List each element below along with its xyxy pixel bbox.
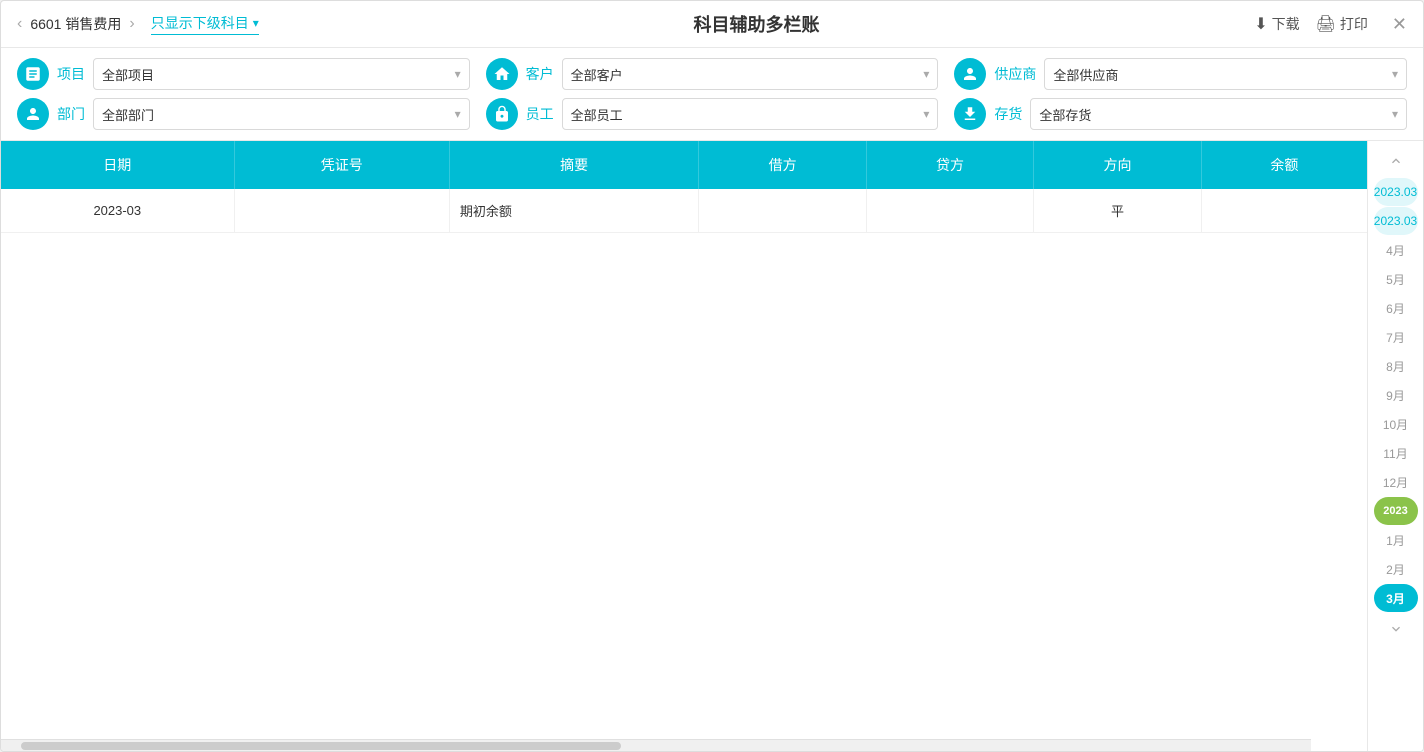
sidebar-month-12[interactable]: 1月 [1374,526,1418,554]
download-label: 下载 [1272,14,1300,34]
main-window: ‹ 6601 销售费用 › 只显示下级科目 ▾ 科目辅助多栏账 ⬇ 下载 🖨 打… [0,0,1424,752]
sidebar-month-8[interactable]: 10月 [1374,410,1418,438]
show-sub-label: 只显示下级科目 [151,13,249,33]
customer-value: 全部客户 [571,65,623,84]
cell-3 [699,189,866,233]
cell-6 [1201,189,1367,233]
sidebar-month-13[interactable]: 2月 [1374,555,1418,583]
chevron-down-icon: ▾ [253,16,259,30]
inventory-dropdown-icon: ▾ [1392,107,1398,121]
filter-item-project: 项目 全部项目 ▾ [17,58,470,90]
print-label: 打印 [1340,14,1368,34]
supplier-value: 全部供应商 [1053,65,1118,84]
cell-5: 平 [1034,189,1201,233]
department-select[interactable]: 全部部门 ▾ [93,98,470,130]
cell-2: 期初余额 [449,189,699,233]
supplier-label: 供应商 [994,64,1036,84]
customer-icon [486,58,518,90]
scrollbar-thumb[interactable] [21,742,621,750]
account-code-label: 6601 销售费用 [30,14,121,34]
horizontal-scrollbar[interactable] [1,739,1311,751]
supplier-dropdown-icon: ▾ [1392,67,1398,81]
filter-row-2: 部门 全部部门 ▾ 员工 全部员工 ▾ [17,98,1407,130]
nav-next-button[interactable]: › [129,15,134,33]
sidebar-month-3[interactable]: 5月 [1374,265,1418,293]
supplier-icon [954,58,986,90]
sidebar-month-0[interactable]: 2023.03 [1374,178,1418,206]
top-bar: ‹ 6601 销售费用 › 只显示下级科目 ▾ 科目辅助多栏账 ⬇ 下载 🖨 打… [1,1,1423,48]
col-voucher: 凭证号 [234,141,449,189]
supplier-select[interactable]: 全部供应商 ▾ [1044,58,1407,90]
project-value: 全部项目 [102,65,154,84]
sidebar-month-5[interactable]: 7月 [1374,323,1418,351]
close-button[interactable]: ✕ [1392,14,1407,35]
customer-label: 客户 [526,64,554,84]
employee-icon [486,98,518,130]
inventory-select[interactable]: 全部存货 ▾ [1030,98,1407,130]
right-sidebar: 2023.032023.034月5月6月7月8月9月10月11月12月20231… [1367,141,1423,751]
table-row: 2023-03 期初余额 平 [1,189,1367,233]
department-label: 部门 [57,104,85,124]
page-title: 科目辅助多栏账 [267,11,1246,37]
project-label: 项目 [57,64,85,84]
col-credit: 贷方 [866,141,1033,189]
col-date: 日期 [1,141,234,189]
customer-select[interactable]: 全部客户 ▾ [562,58,939,90]
department-icon [17,98,49,130]
download-button[interactable]: ⬇ 下载 [1254,14,1299,34]
table-area[interactable]: 日期 凭证号 摘要 借方 贷方 方向 余额 2023-03 期初余额 平 [1,141,1367,751]
filter-item-employee: 员工 全部员工 ▾ [486,98,939,130]
filter-item-supplier: 供应商 全部供应商 ▾ [954,58,1407,90]
show-sub-button[interactable]: 只显示下级科目 ▾ [151,13,259,35]
project-dropdown-icon: ▾ [455,67,461,81]
nav-prev-button[interactable]: ‹ [17,15,22,33]
sidebar-month-14[interactable]: 3月 [1374,584,1418,612]
employee-select[interactable]: 全部员工 ▾ [562,98,939,130]
employee-label: 员工 [526,104,554,124]
filter-row-1: 项目 全部项目 ▾ 客户 全部客户 ▾ [17,58,1407,90]
sidebar-month-4[interactable]: 6月 [1374,294,1418,322]
department-value: 全部部门 [102,105,154,124]
customer-dropdown-icon: ▾ [923,67,929,81]
print-button[interactable]: 🖨 打印 [1316,14,1368,34]
data-table: 日期 凭证号 摘要 借方 贷方 方向 余额 2023-03 期初余额 平 [1,141,1367,233]
filter-item-customer: 客户 全部客户 ▾ [486,58,939,90]
employee-dropdown-icon: ▾ [923,107,929,121]
table-header-row: 日期 凭证号 摘要 借方 贷方 方向 余额 [1,141,1367,189]
project-select[interactable]: 全部项目 ▾ [93,58,470,90]
col-debit: 借方 [699,141,866,189]
col-balance: 余额 [1201,141,1367,189]
sidebar-month-11[interactable]: 2023 [1374,497,1418,525]
sidebar-month-6[interactable]: 8月 [1374,352,1418,380]
sidebar-month-1[interactable]: 2023.03 [1374,207,1418,235]
sidebar-month-2[interactable]: 4月 [1374,236,1418,264]
filter-item-department: 部门 全部部门 ▾ [17,98,470,130]
project-icon [17,58,49,90]
col-direction: 方向 [1034,141,1201,189]
cell-1 [234,189,449,233]
sidebar-up-arrow[interactable] [1382,147,1410,175]
col-summary: 摘要 [449,141,699,189]
department-dropdown-icon: ▾ [455,107,461,121]
toolbar-actions: ⬇ 下载 🖨 打印 ✕ [1254,14,1407,35]
inventory-icon [954,98,986,130]
download-icon: ⬇ [1254,14,1267,34]
sidebar-month-9[interactable]: 11月 [1374,439,1418,467]
employee-value: 全部员工 [571,105,623,124]
filter-item-inventory: 存货 全部存货 ▾ [954,98,1407,130]
sidebar-month-7[interactable]: 9月 [1374,381,1418,409]
inventory-value: 全部存货 [1039,105,1091,124]
cell-0: 2023-03 [1,189,234,233]
cell-4 [866,189,1033,233]
sidebar-month-10[interactable]: 12月 [1374,468,1418,496]
inventory-label: 存货 [994,104,1022,124]
main-content: 日期 凭证号 摘要 借方 贷方 方向 余额 2023-03 期初余额 平 [1,141,1423,751]
sidebar-down-arrow[interactable] [1382,615,1410,643]
print-icon: 🖨 [1316,14,1336,34]
filter-area: 项目 全部项目 ▾ 客户 全部客户 ▾ [1,48,1423,141]
